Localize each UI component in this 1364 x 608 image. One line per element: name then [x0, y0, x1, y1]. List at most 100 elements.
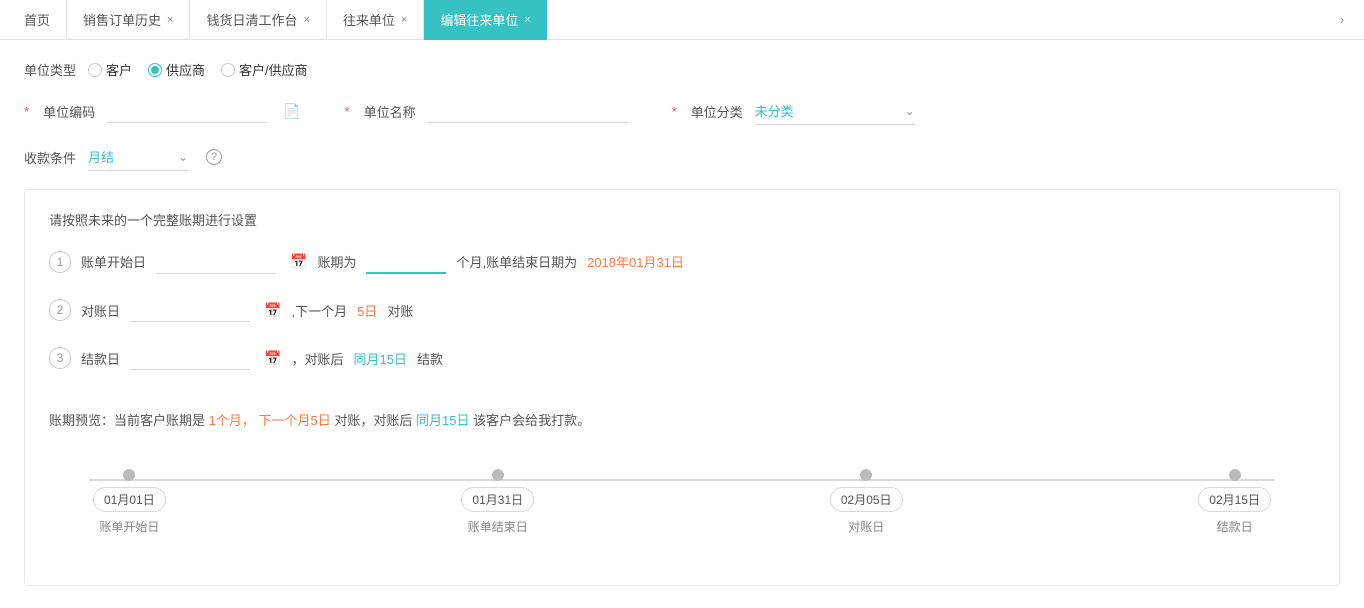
timeline-node-reconcile: 02月05日 对账日: [830, 469, 903, 535]
timeline: 01月01日 账单开始日 01月31日 账单结束日 02月05日 对账日 02月…: [49, 449, 1315, 565]
preview-label: 账期预览：当前客户账期是: [49, 413, 205, 428]
unit-info-row: * 单位编码 000001 📄 * 单位名称 河南供应商22 * 单位分类 未分…: [24, 97, 1340, 125]
tab-partner-close[interactable]: ×: [401, 14, 407, 26]
timeline-box-reconcile: 02月05日: [830, 487, 903, 512]
timeline-dot-start: [123, 469, 135, 481]
tab-cash-daily-label: 钱货日清工作台: [206, 10, 297, 29]
tab-edit-partner-label: 编辑往来单位: [440, 10, 518, 29]
step-1-period-unit: 个月,账单结束日期为: [456, 252, 577, 271]
tab-cash-daily[interactable]: 钱货日清工作台 ×: [190, 0, 326, 40]
step-2-suffix-highlight: 5日: [357, 301, 377, 320]
timeline-nodes: 01月01日 账单开始日 01月31日 账单结束日 02月05日 对账日 02月…: [89, 469, 1275, 535]
preview-p2: 下一个月5日: [259, 413, 331, 428]
payment-condition-value: 月结: [88, 147, 170, 166]
panel-title: 请按照未来的一个完整账期进行设置: [49, 210, 1315, 229]
radio-supplier-label: 供应商: [166, 60, 205, 79]
timeline-label-start: 账单开始日: [99, 518, 159, 535]
unit-type-label: 单位类型: [24, 60, 76, 79]
timeline-node-start: 01月01日 账单开始日: [93, 469, 166, 535]
step-1-num: 1: [49, 251, 71, 273]
tab-sales-history-label: 销售订单历史: [83, 10, 161, 29]
timeline-label-payment: 结款日: [1217, 518, 1253, 535]
timeline-node-payment: 02月15日 结款日: [1198, 469, 1271, 535]
step-1-period-end: 2018年01月31日: [587, 252, 684, 271]
unit-code-icon[interactable]: 📄: [283, 103, 300, 120]
step-3-suffix-after: 结款: [417, 349, 443, 368]
unit-code-input[interactable]: 000001: [107, 99, 267, 123]
step-1-period-label: 账期为: [317, 252, 356, 271]
step-2-calendar-icon[interactable]: 📅: [264, 302, 281, 319]
step-2-row: 2 对账日 2018-02-05 📅 ,下一个月 5日 对账: [49, 298, 1315, 322]
step-3-num: 3: [49, 347, 71, 369]
tab-edit-partner[interactable]: 编辑往来单位 ×: [424, 0, 547, 40]
payment-condition-arrow-icon: ⌄: [178, 150, 188, 164]
payment-help-icon[interactable]: ?: [206, 149, 222, 165]
step-1-row: 1 账单开始日 2018-01-01 📅 账期为 1 个月,账单结束日期为 20…: [49, 249, 1315, 274]
step-2-suffix-before: ,下一个月: [291, 301, 347, 320]
unit-category-select[interactable]: 未分类 ⌄: [755, 97, 915, 125]
step-3-suffix-highlight: 同月15日: [353, 349, 406, 368]
tab-sales-history-close[interactable]: ×: [167, 14, 173, 26]
tab-cash-daily-close[interactable]: ×: [303, 14, 309, 26]
preview-row: 账期预览：当前客户账期是 1个月， 下一个月5日 对账，对账后 同月15日 该客…: [49, 394, 1315, 449]
unit-type-row: 单位类型 客户 供应商 客户/供应商: [24, 60, 1340, 79]
tabs-bar: 首页 销售订单历史 × 钱货日清工作台 × 往来单位 × 编辑往来单位 × ›: [0, 0, 1364, 40]
settings-panel: 请按照未来的一个完整账期进行设置 1 账单开始日 2018-01-01 📅 账期…: [24, 189, 1340, 586]
preview-p3: 同月15日: [416, 413, 469, 428]
payment-condition-row: 收款条件 月结 ⌄ ?: [24, 143, 1340, 171]
tabs-more-button[interactable]: ›: [1328, 0, 1356, 40]
timeline-node-end: 01月31日 账单结束日: [461, 469, 534, 535]
payment-condition-label: 收款条件: [24, 148, 76, 167]
payment-condition-select[interactable]: 月结 ⌄: [88, 143, 188, 171]
preview-mid: 对账，对账后: [334, 413, 412, 428]
unit-category-arrow-icon: ⌄: [905, 104, 915, 118]
step-2-date-input[interactable]: 2018-02-05: [130, 298, 250, 322]
step-1-date-input[interactable]: 2018-01-01: [156, 250, 276, 274]
radio-both-circle: [221, 63, 235, 77]
tab-partner[interactable]: 往来单位 ×: [327, 0, 424, 40]
unit-name-required: *: [345, 104, 350, 119]
main-content: 单位类型 客户 供应商 客户/供应商 * 单位编码 000001 📄 * 单位名…: [0, 40, 1364, 608]
step-3-date-input[interactable]: 2018-02-15: [130, 346, 250, 370]
step-3-calendar-icon[interactable]: 📅: [264, 350, 281, 367]
unit-name-label: 单位名称: [364, 102, 416, 121]
radio-supplier-circle: [148, 63, 162, 77]
step-1-calendar-icon[interactable]: 📅: [290, 253, 307, 270]
unit-type-radio-group: 客户 供应商 客户/供应商: [88, 60, 308, 79]
tab-edit-partner-close[interactable]: ×: [524, 14, 530, 26]
tab-partner-label: 往来单位: [343, 10, 395, 29]
step-1-period-input[interactable]: 1: [366, 249, 446, 274]
radio-both[interactable]: 客户/供应商: [221, 60, 308, 79]
step-3-label: 结款日: [81, 349, 120, 368]
timeline-dot-reconcile: [860, 469, 872, 481]
step-3-row: 3 结款日 2018-02-15 📅 ，对账后 同月15日 结款: [49, 346, 1315, 370]
timeline-box-payment: 02月15日: [1198, 487, 1271, 512]
tab-home[interactable]: 首页: [8, 0, 67, 40]
unit-category-label: 单位分类: [691, 102, 743, 121]
preview-p1: 1个月，: [209, 413, 255, 428]
unit-category-required: *: [672, 104, 677, 119]
timeline-box-start: 01月01日: [93, 487, 166, 512]
tab-home-label: 首页: [24, 10, 50, 29]
timeline-label-reconcile: 对账日: [848, 518, 884, 535]
radio-customer[interactable]: 客户: [88, 60, 132, 79]
preview-end: 该客户会给我打款。: [473, 413, 590, 428]
radio-both-label: 客户/供应商: [239, 60, 308, 79]
unit-code-label: 单位编码: [43, 102, 95, 121]
unit-code-required: *: [24, 104, 29, 119]
step-1-label: 账单开始日: [81, 252, 146, 271]
step-2-num: 2: [49, 299, 71, 321]
radio-supplier[interactable]: 供应商: [148, 60, 205, 79]
timeline-dot-payment: [1229, 469, 1241, 481]
radio-customer-label: 客户: [106, 60, 132, 79]
step-2-label: 对账日: [81, 301, 120, 320]
step-2-suffix-after: 对账: [387, 301, 413, 320]
timeline-box-end: 01月31日: [461, 487, 534, 512]
unit-name-input[interactable]: 河南供应商22: [428, 99, 628, 123]
unit-category-value: 未分类: [755, 101, 897, 120]
timeline-label-end: 账单结束日: [468, 518, 528, 535]
timeline-dot-end: [492, 469, 504, 481]
tab-sales-history[interactable]: 销售订单历史 ×: [67, 0, 190, 40]
radio-customer-circle: [88, 63, 102, 77]
step-3-suffix-before: ，对账后: [291, 349, 343, 368]
